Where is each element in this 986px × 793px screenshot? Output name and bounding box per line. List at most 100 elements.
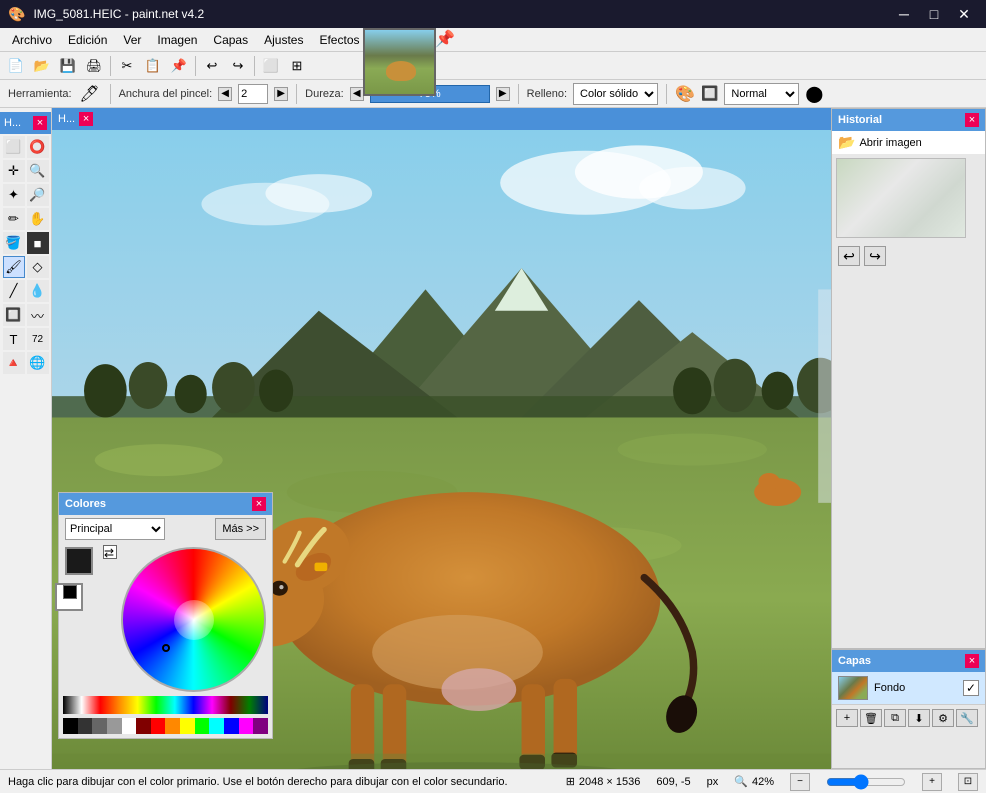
line-tool[interactable]: ╱ bbox=[3, 280, 25, 302]
fill-select[interactable]: Color sólido bbox=[573, 83, 658, 105]
opacity-circle-icon[interactable]: ⬤ bbox=[805, 84, 823, 104]
zoom-out-tool[interactable]: 🔎 bbox=[27, 184, 49, 206]
swatch-orange[interactable] bbox=[165, 718, 180, 734]
brush-width-input[interactable] bbox=[238, 84, 268, 104]
layer-add-button[interactable]: + bbox=[836, 709, 858, 727]
stamp-tool[interactable]: 🔲 bbox=[3, 304, 25, 326]
swatch-green[interactable] bbox=[195, 718, 210, 734]
print-button[interactable]: 🖨 bbox=[82, 55, 106, 77]
color-square-tool[interactable]: ■ bbox=[27, 232, 49, 254]
swatch-yellow[interactable] bbox=[180, 718, 195, 734]
swatch-black[interactable] bbox=[63, 718, 78, 734]
menu-edicion[interactable]: Edición bbox=[60, 31, 115, 49]
menu-capas[interactable]: Capas bbox=[205, 31, 256, 49]
hardness-increase[interactable]: ▶ bbox=[496, 87, 510, 101]
brush-width-increase[interactable]: ▶ bbox=[274, 87, 288, 101]
color-swatches-bar[interactable] bbox=[63, 696, 268, 714]
hardness-decrease[interactable]: ◀ bbox=[350, 87, 364, 101]
swatch-dark-gray[interactable] bbox=[78, 718, 93, 734]
history-undo-button[interactable]: ↩ bbox=[838, 246, 860, 266]
layer-properties-button[interactable]: ⚙ bbox=[932, 709, 954, 727]
layer-delete-button[interactable]: 🗑 bbox=[860, 709, 882, 727]
crop-button[interactable]: ⬜ bbox=[259, 55, 283, 77]
menu-efectos[interactable]: Efectos bbox=[311, 31, 367, 49]
zoom-in-status-button[interactable]: + bbox=[922, 773, 942, 791]
layer-item-fondo[interactable]: Fondo ✓ bbox=[832, 672, 985, 705]
menu-archivo[interactable]: Archivo bbox=[4, 31, 60, 49]
hand-tool[interactable]: ✋ bbox=[27, 208, 49, 230]
color-more-button[interactable]: Más >> bbox=[215, 518, 266, 540]
colors-panel-close[interactable]: × bbox=[252, 497, 266, 511]
swatch-red[interactable] bbox=[151, 718, 166, 734]
layer-merge-button[interactable]: ⬇ bbox=[908, 709, 930, 727]
brush-tool[interactable]: 🖌 bbox=[3, 256, 25, 278]
minimize-button[interactable]: ─ bbox=[890, 3, 918, 25]
eyedropper-tool[interactable]: 💧 bbox=[27, 280, 49, 302]
history-close-button[interactable]: × bbox=[965, 113, 979, 127]
history-redo-button[interactable]: ↪ bbox=[864, 246, 886, 266]
primary-color-box[interactable] bbox=[65, 547, 93, 575]
save-button[interactable]: 💾 bbox=[56, 55, 80, 77]
resize-button[interactable]: ⊞ bbox=[285, 55, 309, 77]
layer-visible-toggle[interactable]: ✓ bbox=[963, 680, 979, 696]
zoom-fit-button[interactable]: ⊡ bbox=[958, 773, 978, 791]
swatch-purple[interactable] bbox=[253, 718, 268, 734]
text-tool[interactable]: T bbox=[3, 328, 25, 350]
open-button[interactable]: 📂 bbox=[30, 55, 54, 77]
cut-button[interactable]: ✂ bbox=[115, 55, 139, 77]
current-tool-icon[interactable]: 🖊 bbox=[78, 83, 102, 105]
new-button[interactable]: 📄 bbox=[4, 55, 28, 77]
blend-icon: 🎨 bbox=[675, 84, 695, 104]
maximize-button[interactable]: □ bbox=[920, 3, 948, 25]
layer-settings-button[interactable]: 🔧 bbox=[956, 709, 978, 727]
pencil-tool[interactable]: ✏ bbox=[3, 208, 25, 230]
shape-tool[interactable]: 🔺 bbox=[3, 352, 25, 374]
swatch-light-gray[interactable] bbox=[107, 718, 122, 734]
toolbox: H... × ⬜ ⭕ ✛ 🔍 ✦ 🔎 ✏ ✋ 🪣 ■ 🖌 ◇ ╱ bbox=[0, 108, 52, 769]
blend-select[interactable]: Normal bbox=[724, 83, 799, 105]
main-area: H... × ⬜ ⭕ ✛ 🔍 ✦ 🔎 ✏ ✋ 🪣 ■ 🖌 ◇ ╱ bbox=[0, 108, 986, 769]
redo-button[interactable]: ↪ bbox=[226, 55, 250, 77]
zoom-tool[interactable]: 🔍 bbox=[27, 160, 49, 182]
reset-colors-icon[interactable] bbox=[63, 585, 77, 599]
lasso-select-tool[interactable]: ⭕ bbox=[27, 136, 49, 158]
menu-imagen[interactable]: Imagen bbox=[149, 31, 205, 49]
layers-close-button[interactable]: × bbox=[965, 654, 979, 668]
paste-button[interactable]: 📌 bbox=[167, 55, 191, 77]
swap-colors-icon[interactable]: ⇄ bbox=[103, 545, 117, 559]
layer-name: Fondo bbox=[874, 682, 957, 694]
menu-ajustes[interactable]: Ajustes bbox=[256, 31, 311, 49]
undo-button[interactable]: ↩ bbox=[200, 55, 224, 77]
toolbar-separator-2 bbox=[195, 56, 196, 76]
swatch-dark-red[interactable] bbox=[136, 718, 151, 734]
magic-wand-tool[interactable]: ✦ bbox=[3, 184, 25, 206]
blur-tool[interactable]: 〰 bbox=[27, 304, 49, 326]
zoom-out-status-button[interactable]: − bbox=[790, 773, 810, 791]
props-separator-3 bbox=[518, 84, 519, 104]
canvas-close-button[interactable]: × bbox=[79, 112, 93, 126]
layer-duplicate-button[interactable]: ⧉ bbox=[884, 709, 906, 727]
menu-ver[interactable]: Ver bbox=[115, 31, 149, 49]
close-button[interactable]: ✕ bbox=[950, 3, 978, 25]
move-tool[interactable]: ✛ bbox=[3, 160, 25, 182]
color-wheel[interactable] bbox=[121, 547, 266, 692]
swatch-blue[interactable] bbox=[224, 718, 239, 734]
color-mode-select[interactable]: Principal bbox=[65, 518, 165, 540]
gradient-tool[interactable]: 🌐 bbox=[27, 352, 49, 374]
toolbox-close-button[interactable]: × bbox=[33, 116, 47, 130]
font-tool[interactable]: 72 bbox=[27, 328, 49, 350]
zoom-value: 42% bbox=[752, 776, 774, 788]
copy-button[interactable]: 📋 bbox=[141, 55, 165, 77]
swatch-white[interactable] bbox=[122, 718, 137, 734]
swatch-cyan[interactable] bbox=[209, 718, 224, 734]
layers-panel: Capas × Fondo ✓ + 🗑 ⧉ ⬇ ⚙ 🔧 bbox=[831, 649, 986, 769]
swatch-gray[interactable] bbox=[92, 718, 107, 734]
eraser-tool[interactable]: ◇ bbox=[27, 256, 49, 278]
rectangle-select-tool[interactable]: ⬜ bbox=[3, 136, 25, 158]
brush-width-decrease[interactable]: ◀ bbox=[218, 87, 232, 101]
paint-bucket-tool[interactable]: 🪣 bbox=[3, 232, 25, 254]
canvas-area: H... × bbox=[52, 108, 831, 769]
history-item-open[interactable]: 📂 Abrir imagen bbox=[832, 131, 985, 154]
zoom-slider[interactable] bbox=[826, 774, 906, 790]
swatch-magenta[interactable] bbox=[239, 718, 254, 734]
